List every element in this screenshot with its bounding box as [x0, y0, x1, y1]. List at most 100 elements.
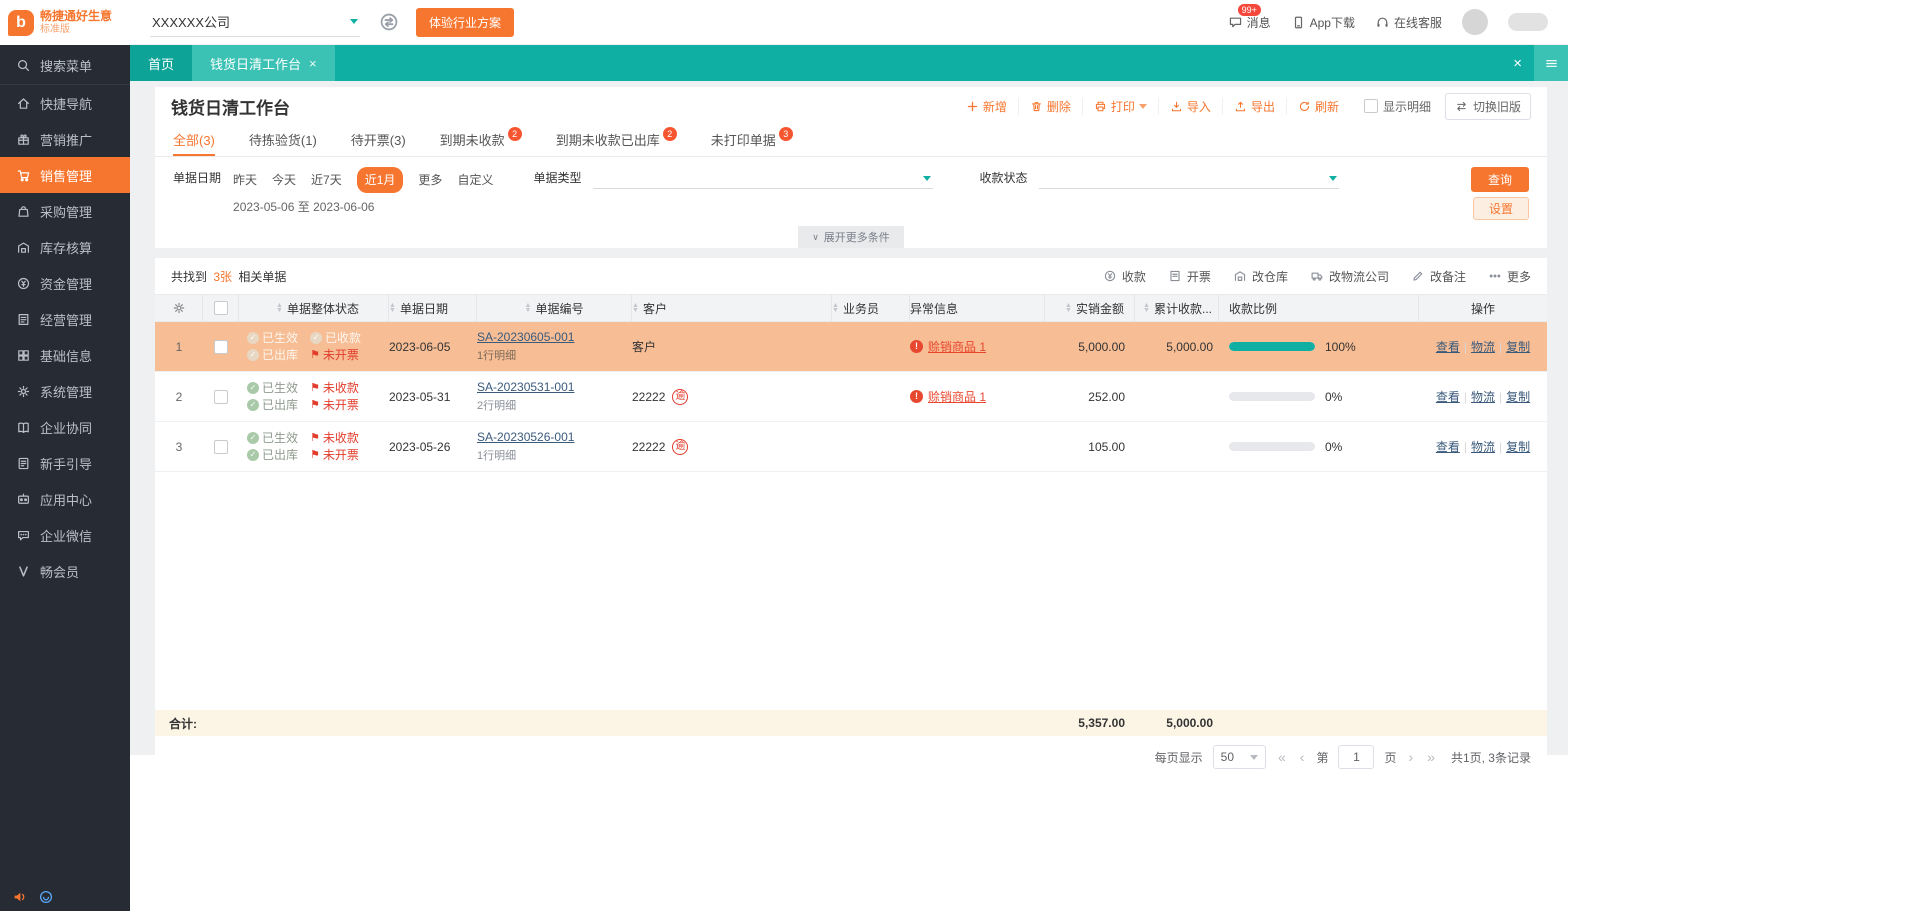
search-button[interactable]: 查询: [1471, 167, 1529, 192]
sidebar-item-bag[interactable]: 采购管理: [0, 193, 130, 229]
row-action-view[interactable]: 查看: [1436, 388, 1460, 405]
avatar[interactable]: [1462, 9, 1488, 35]
change-logistics-button[interactable]: 改物流公司: [1310, 268, 1389, 285]
sidebar-item-apps[interactable]: 应用中心: [0, 481, 130, 517]
date-option[interactable]: 昨天: [233, 169, 257, 191]
date-option[interactable]: 今天: [272, 169, 296, 191]
sidebar-item-search[interactable]: 搜索菜单: [0, 47, 130, 85]
close-all-tabs-icon[interactable]: ×: [1501, 55, 1534, 72]
row-action-copy[interactable]: 复制: [1506, 388, 1530, 405]
per-page-select[interactable]: 50: [1213, 745, 1266, 769]
show-detail-toggle[interactable]: 显示明细: [1364, 98, 1431, 115]
sidebar-item-coin[interactable]: 资金管理: [0, 265, 130, 301]
user-menu[interactable]: [1508, 13, 1548, 31]
table-row[interactable]: 2✓已生效⚑未收款✓已出库⚑未开票2023-05-31SA-20230531-0…: [155, 372, 1547, 422]
column-header-2[interactable]: ▲▼单据日期: [389, 295, 477, 321]
sidebar-item-cart[interactable]: 销售管理: [0, 157, 130, 193]
messages-button[interactable]: 消息 99+: [1228, 14, 1271, 31]
prev-page-button[interactable]: ‹: [1298, 749, 1307, 765]
import-button[interactable]: 导入: [1158, 98, 1222, 115]
status-tab-1[interactable]: 全部(3): [173, 125, 215, 156]
row-action-copy[interactable]: 复制: [1506, 338, 1530, 355]
column-header-5[interactable]: ▲▼业务员: [832, 295, 910, 321]
sidebar-item-member[interactable]: 畅会员: [0, 553, 130, 589]
tab-workbench[interactable]: 钱货日清工作台 ×: [192, 45, 335, 81]
status-tab-4[interactable]: 到期未收款2: [440, 125, 522, 156]
sidebar-item-guide[interactable]: 新手引导: [0, 445, 130, 481]
sidebar-item-gift[interactable]: 营销推广: [0, 121, 130, 157]
change-remark-button[interactable]: 改备注: [1411, 268, 1466, 285]
row-action-logistics[interactable]: 物流: [1471, 438, 1495, 455]
doc-number-link[interactable]: SA-20230531-001: [477, 380, 574, 394]
row-checkbox[interactable]: [214, 340, 228, 354]
sidebar-item-gear[interactable]: 系统管理: [0, 373, 130, 409]
switch-account-icon[interactable]: [378, 11, 400, 33]
sidebar-item-wechat[interactable]: 企业微信: [0, 517, 130, 553]
export-button[interactable]: 导出: [1222, 98, 1286, 115]
more-actions-button[interactable]: 更多: [1488, 268, 1531, 285]
tab-home[interactable]: 首页: [130, 45, 192, 81]
column-header-7[interactable]: ▲▼实销金额: [1045, 295, 1135, 321]
settings-button[interactable]: 设置: [1473, 197, 1529, 220]
receive-payment-button[interactable]: 收款: [1103, 268, 1146, 285]
make-invoice-button[interactable]: 开票: [1168, 268, 1211, 285]
status-tab-5[interactable]: 到期未收款已出库2: [556, 125, 677, 156]
date-option[interactable]: 更多: [418, 169, 442, 191]
date-option-selected[interactable]: 近1月: [357, 167, 404, 193]
headset-icon: [1375, 15, 1390, 30]
tab-list-icon[interactable]: [1534, 45, 1568, 81]
row-checkbox[interactable]: [214, 390, 228, 404]
column-settings-gear-icon[interactable]: [172, 301, 186, 315]
print-button[interactable]: 打印: [1082, 98, 1158, 115]
expand-more-button[interactable]: ∨ 展开更多条件: [798, 226, 904, 248]
table-row[interactable]: 1✓已生效✓已收款✓已出库⚑未开票2023-06-05SA-20230605-0…: [155, 322, 1547, 372]
sidebar-item-home[interactable]: 快捷导航: [0, 85, 130, 121]
exception-link[interactable]: 赊销商品 1: [928, 338, 986, 355]
pay-status-select[interactable]: [1039, 167, 1339, 189]
sidebar-item-book[interactable]: 企业协同: [0, 409, 130, 445]
status-tab-6[interactable]: 未打印单据3: [711, 125, 793, 156]
delete-button[interactable]: 删除: [1018, 98, 1082, 115]
help-service-icon[interactable]: [38, 889, 54, 905]
change-warehouse-button[interactable]: 改仓库: [1233, 268, 1288, 285]
doc-number-link[interactable]: SA-20230526-001: [477, 430, 574, 444]
date-option[interactable]: 近7天: [311, 169, 342, 191]
doc-type-select[interactable]: [593, 167, 933, 189]
add-button[interactable]: 新增: [955, 98, 1018, 115]
first-page-button[interactable]: «: [1276, 749, 1288, 765]
column-header-4[interactable]: ▲▼客户: [632, 295, 832, 321]
row-action-view[interactable]: 查看: [1436, 338, 1460, 355]
next-page-button[interactable]: ›: [1407, 749, 1416, 765]
column-header-3[interactable]: ▲▼单据编号: [477, 295, 632, 321]
announcement-icon[interactable]: [12, 889, 28, 905]
status-tab-3[interactable]: 待开票(3): [351, 125, 406, 156]
date-range-picker[interactable]: 2023-05-06 至 2023-06-06: [233, 198, 493, 215]
table-row[interactable]: 3✓已生效⚑未收款✓已出库⚑未开票2023-05-26SA-20230526-0…: [155, 422, 1547, 472]
company-selector[interactable]: XXXXXX公司: [150, 7, 360, 37]
sidebar-item-info[interactable]: 基础信息: [0, 337, 130, 373]
show-detail-checkbox[interactable]: [1364, 99, 1378, 113]
select-all-checkbox[interactable]: [214, 301, 228, 315]
sidebar-item-warehouse[interactable]: 库存核算: [0, 229, 130, 265]
row-action-copy[interactable]: 复制: [1506, 438, 1530, 455]
date-option[interactable]: 自定义: [457, 169, 493, 191]
results-card: 共找到 3张 相关单据 收款开票改仓库改物流公司改备注更多 ▲▼单据整体状态▲▼…: [155, 258, 1547, 778]
exception-link[interactable]: 赊销商品 1: [928, 388, 986, 405]
close-tab-icon[interactable]: ×: [309, 56, 317, 71]
last-page-button[interactable]: »: [1425, 749, 1437, 765]
online-service-button[interactable]: 在线客服: [1375, 14, 1442, 31]
sidebar-item-report[interactable]: 经营管理: [0, 301, 130, 337]
switch-old-version-button[interactable]: 切换旧版: [1445, 93, 1531, 120]
row-action-logistics[interactable]: 物流: [1471, 338, 1495, 355]
row-action-view[interactable]: 查看: [1436, 438, 1460, 455]
column-header-1[interactable]: ▲▼单据整体状态: [239, 295, 389, 321]
status-tab-2[interactable]: 待拣验货(1): [249, 125, 317, 156]
row-action-logistics[interactable]: 物流: [1471, 388, 1495, 405]
row-checkbox[interactable]: [214, 440, 228, 454]
doc-number-link[interactable]: SA-20230605-001: [477, 330, 574, 344]
refresh-button[interactable]: 刷新: [1286, 98, 1350, 115]
trial-solution-button[interactable]: 体验行业方案: [416, 8, 514, 37]
page-input[interactable]: 1: [1338, 745, 1374, 769]
app-download-button[interactable]: App下载: [1291, 14, 1355, 31]
column-header-8[interactable]: ▲▼累计收款...: [1135, 295, 1219, 321]
